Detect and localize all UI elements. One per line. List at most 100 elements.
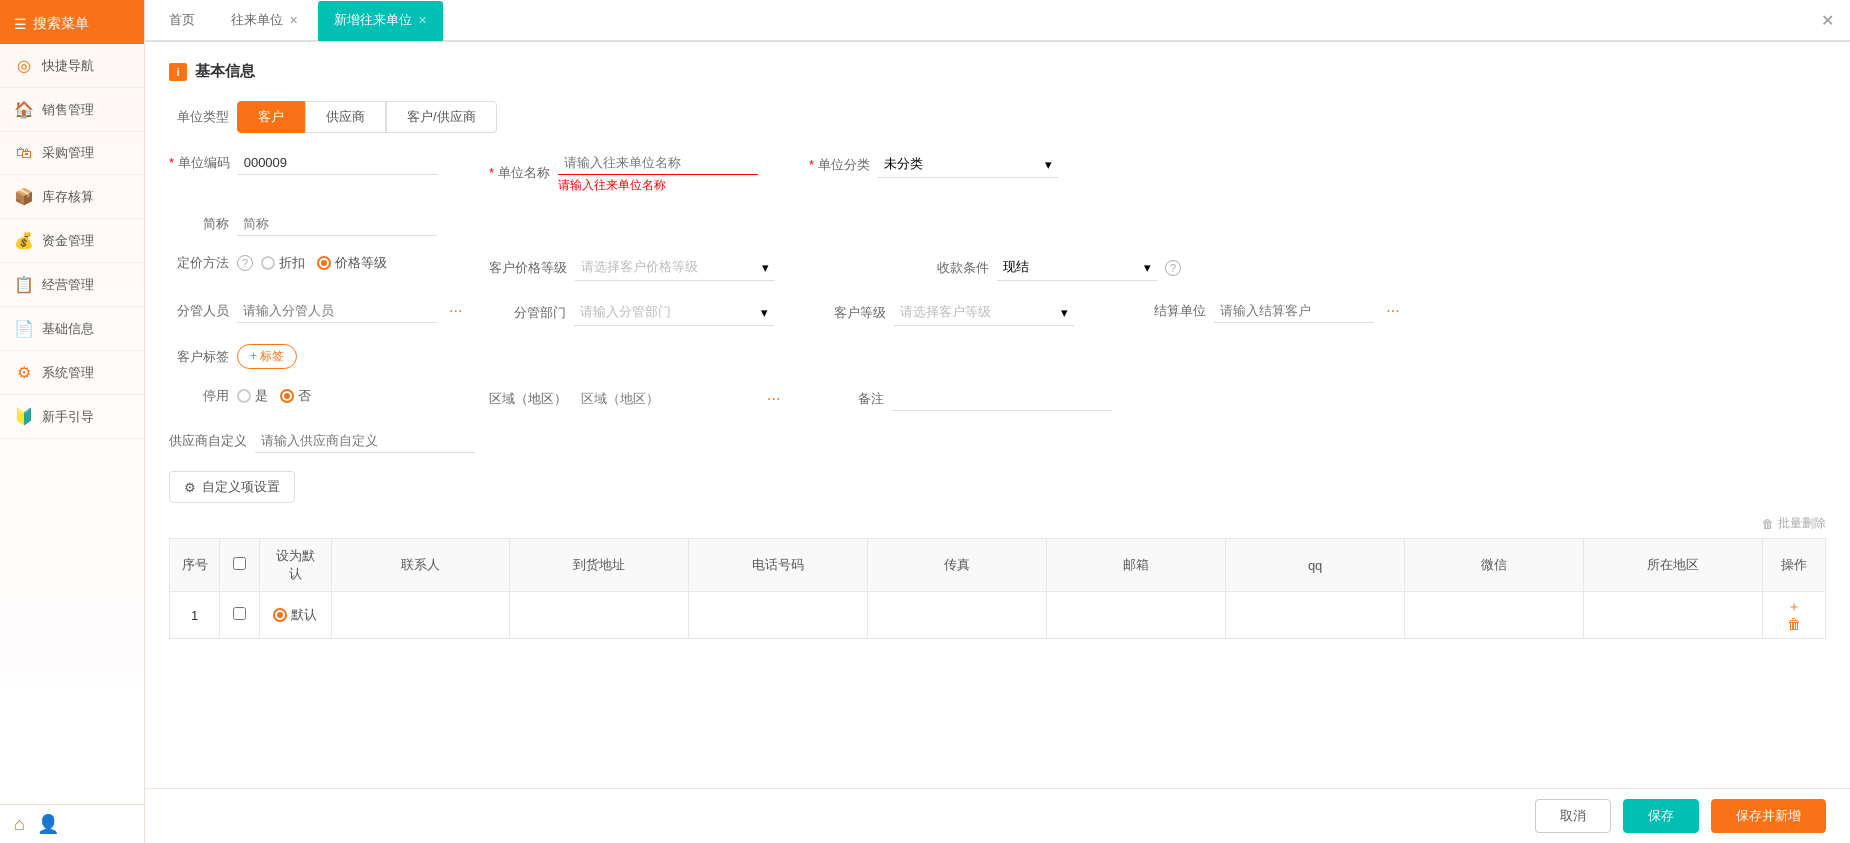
sidebar-item-system[interactable]: ⚙ 系统管理 [0,351,144,395]
batch-delete-icon: 🗑 [1762,517,1774,531]
tab-home-label: 首页 [169,11,195,29]
disable-yes-radio[interactable] [237,389,251,403]
pricing-discount-radio[interactable] [261,256,275,270]
row-fax[interactable] [868,592,1047,639]
settlement-unit-dots[interactable]: ··· [1382,302,1403,320]
manager-input[interactable] [237,299,437,323]
row-contact[interactable] [331,592,510,639]
unit-category-chevron: ▾ [1045,157,1052,172]
pricing-method-radio: 折扣 价格等级 [261,254,387,272]
row-phone[interactable] [689,592,868,639]
row-checkbox-input[interactable] [233,607,246,620]
section-title: 基本信息 [195,62,255,81]
manager-dots[interactable]: ··· [445,302,466,320]
batch-delete[interactable]: 🗑 批量删除 [169,515,1826,532]
disable-no-option[interactable]: 否 [280,387,311,405]
unit-code-input[interactable] [238,151,438,175]
supplier-custom-input[interactable] [255,429,475,453]
search-icon: ☰ [14,16,27,32]
unit-type-both-btn[interactable]: 客户/供应商 [386,101,497,133]
pricing-level-option[interactable]: 价格等级 [317,254,387,272]
region-dots[interactable]: ··· [763,390,784,408]
section-icon: i [169,63,187,81]
customer-level-field: 客户等级 请选择客户等级 ▾ [826,299,1106,326]
pricing-discount-option[interactable]: 折扣 [261,254,305,272]
save-button[interactable]: 保存 [1623,799,1699,833]
row-address[interactable] [510,592,689,639]
row-region[interactable] [1584,592,1763,639]
row-region-input[interactable] [1594,608,1752,623]
department-select[interactable]: 请输入分管部门 ▾ [574,299,774,326]
row-default-radio[interactable] [273,608,287,622]
col-qq: qq [1226,539,1405,592]
row-email[interactable] [1047,592,1226,639]
tab-bar-close[interactable]: ✕ [1813,7,1842,34]
sidebar-item-inventory[interactable]: 📦 库存核算 [0,175,144,219]
note-input[interactable] [892,387,1112,411]
row-address-input[interactable] [520,608,678,623]
manager-field: 分管人员 ··· [169,299,466,323]
settlement-unit-field: 结算单位 ··· [1146,299,1426,323]
row-email-input[interactable] [1057,608,1215,623]
pricing-help-icon[interactable]: ? [237,255,253,271]
user-icon[interactable]: 👤 [37,813,59,835]
unit-type-supplier-btn[interactable]: 供应商 [305,101,386,133]
row-default[interactable]: 默认 [260,592,332,639]
disable-no-radio[interactable] [280,389,294,403]
tab-new-partner[interactable]: 新增往来单位 ✕ [318,1,443,41]
row-contact-input[interactable] [342,608,500,623]
sidebar-item-operations[interactable]: 📋 经营管理 [0,263,144,307]
unit-category-select[interactable]: 未分类 ▾ [878,151,1058,178]
row-default-radio-wrapper[interactable]: 默认 [270,606,321,624]
purchase-icon: 🛍 [14,144,34,162]
tab-new-partner-close[interactable]: ✕ [418,14,427,27]
operations-icon: 📋 [14,275,34,294]
row-qq[interactable] [1226,592,1405,639]
row-add-btn[interactable]: ＋ [1784,598,1804,616]
row-checkbox[interactable] [220,592,260,639]
unit-type-label: 单位类型 [169,108,229,126]
pricing-level-radio[interactable] [317,256,331,270]
tag-add-button[interactable]: + 标签 [237,344,297,369]
row-phone-input[interactable] [699,608,857,623]
bottom-bar: 取消 保存 保存并新增 [145,788,1850,843]
disable-yes-option[interactable]: 是 [237,387,268,405]
save-and-add-button[interactable]: 保存并新增 [1711,799,1826,833]
col-seq: 序号 [170,539,220,592]
custom-settings-label: 自定义项设置 [202,478,280,496]
settlement-unit-label: 结算单位 [1146,302,1206,320]
tab-home[interactable]: 首页 [153,1,211,41]
unit-type-customer-btn[interactable]: 客户 [237,101,305,133]
row-qq-input[interactable] [1236,608,1394,623]
customer-level-select[interactable]: 请选择客户等级 ▾ [894,299,1074,326]
sidebar-item-quick-nav[interactable]: ◎ 快捷导航 [0,44,144,88]
settlement-unit-input[interactable] [1214,299,1374,323]
row-wechat-input[interactable] [1415,608,1573,623]
unit-name-input[interactable] [558,151,758,175]
region-input[interactable] [575,387,755,411]
search-menu[interactable]: ☰ 搜索菜单 [0,4,144,44]
row-fax-input[interactable] [878,608,1036,623]
supplier-custom-label: 供应商自定义 [169,432,247,450]
custom-settings-button[interactable]: ⚙ 自定义项设置 [169,471,295,503]
select-all-checkbox[interactable] [233,557,246,570]
sidebar-item-purchase[interactable]: 🛍 采购管理 [0,132,144,175]
row-default-label: 默认 [291,606,317,624]
sidebar-item-basic-info[interactable]: 📄 基础信息 [0,307,144,351]
sidebar-item-guide[interactable]: 🔰 新手引导 [0,395,144,439]
customer-price-level-select[interactable]: 请选择客户价格等级 ▾ [575,254,775,281]
sidebar-item-finance[interactable]: 💰 资金管理 [0,219,144,263]
sidebar-item-label: 库存核算 [42,188,94,206]
payment-terms-select[interactable]: 现结 ▾ [997,254,1157,281]
home-icon[interactable]: ⌂ [14,814,25,835]
sidebar-item-sales[interactable]: 🏠 销售管理 [0,88,144,132]
cancel-button[interactable]: 取消 [1535,799,1611,833]
supplier-custom-field: 供应商自定义 [169,429,475,453]
search-menu-label: 搜索菜单 [33,15,89,33]
row-wechat[interactable] [1405,592,1584,639]
tab-partners[interactable]: 往来单位 ✕ [215,1,314,41]
short-name-input[interactable] [237,212,437,236]
payment-terms-help-icon[interactable]: ? [1165,260,1181,276]
row-delete-btn[interactable]: 🗑 [1784,616,1804,632]
tab-partners-close[interactable]: ✕ [289,14,298,27]
